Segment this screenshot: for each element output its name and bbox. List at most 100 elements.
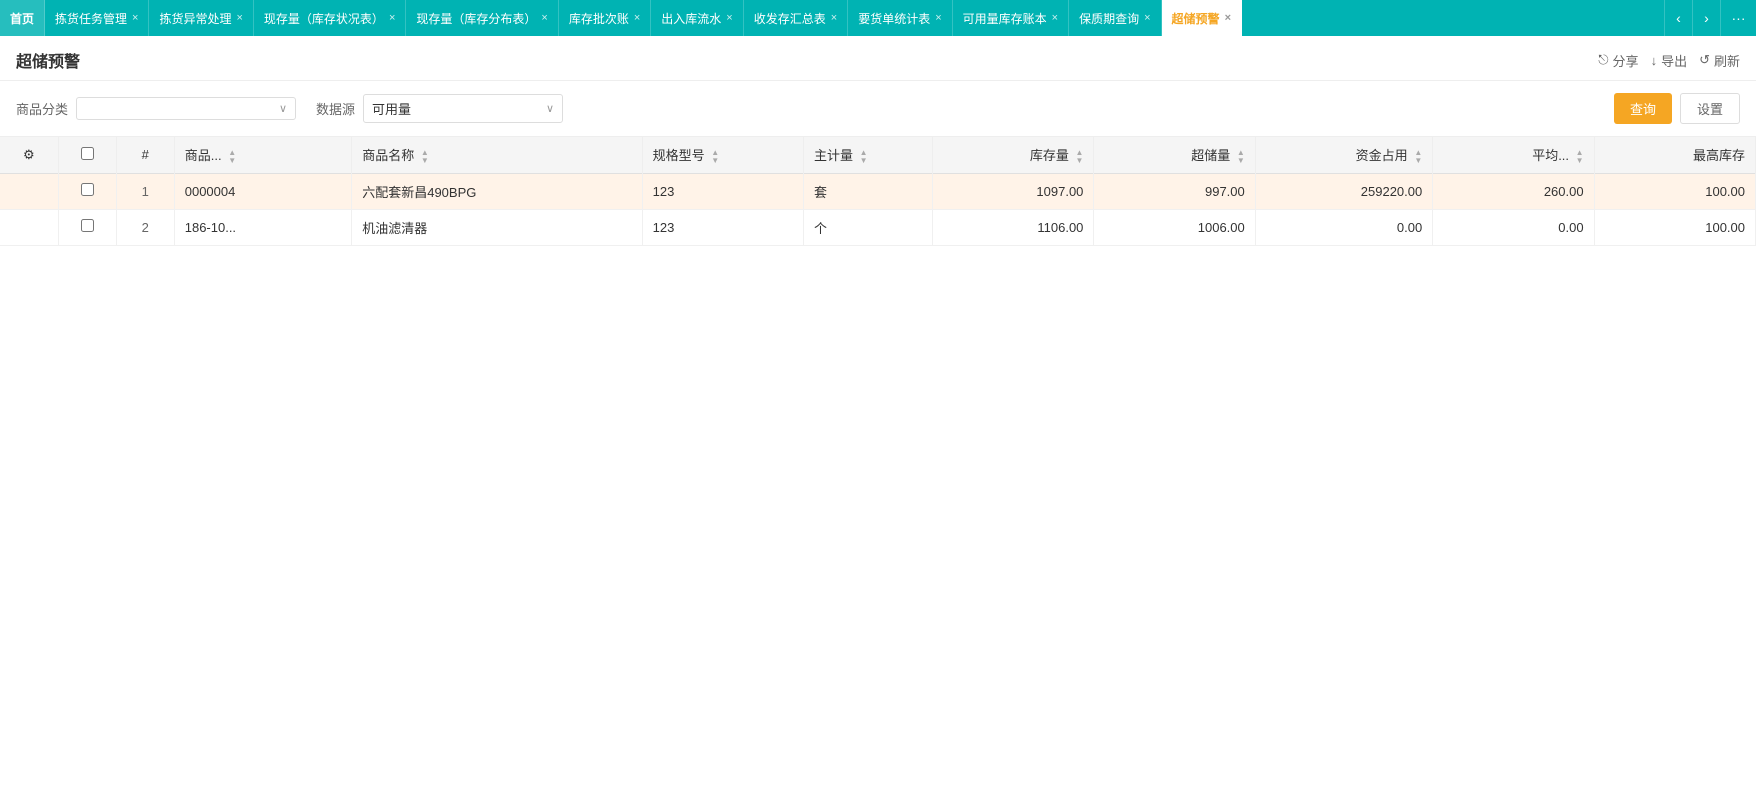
- tab-label: 保质期查询: [1079, 10, 1139, 27]
- nav-tab-tab-batch[interactable]: 库存批次账 ×: [559, 0, 651, 36]
- export-button[interactable]: ↓ 导出: [1651, 51, 1688, 70]
- sort-code-icon: ▲▼: [228, 149, 236, 165]
- nav-bar: 首页 拣货任务管理×拣货异常处理×现存量（库存状况表）×现存量（库存分布表）×库…: [0, 0, 1756, 36]
- row-unit-cell: 个: [803, 209, 932, 245]
- category-select[interactable]: ∨: [76, 97, 296, 120]
- category-chevron-icon: ∨: [279, 102, 287, 115]
- tab-label: 出入库流水: [661, 10, 721, 27]
- nav-tab-tab-quality[interactable]: 保质期查询 ×: [1069, 0, 1161, 36]
- sort-spec-icon: ▲▼: [711, 149, 719, 165]
- nav-tab-tab-pick-abnormal[interactable]: 拣货异常处理×: [149, 0, 253, 36]
- tab-close-tab-overstock[interactable]: ×: [1225, 12, 1231, 24]
- refresh-icon: ↺: [1699, 52, 1710, 68]
- col-capital-header[interactable]: 资金占用 ▲▼: [1255, 137, 1432, 173]
- page-container: 超储预警 ⎋ 分享 ↓ 导出 ↺ 刷新 商品分类 ∨ 数据源: [0, 36, 1756, 800]
- tab-close-tab-collect[interactable]: ×: [831, 12, 837, 24]
- nav-tab-tab-inout[interactable]: 出入库流水 ×: [651, 0, 743, 36]
- nav-tab-tab-pick[interactable]: 拣货任务管理×: [45, 0, 149, 36]
- filter-actions: 查询 设置: [1614, 93, 1740, 124]
- export-icon: ↓: [1651, 53, 1658, 68]
- row-overstock-cell: 997.00: [1094, 173, 1255, 209]
- nav-prev-button[interactable]: ‹: [1664, 0, 1692, 36]
- nav-home[interactable]: 首页: [0, 0, 45, 36]
- select-all-checkbox[interactable]: [81, 147, 94, 160]
- nav-tab-tab-inventory-dist[interactable]: 现存量（库存分布表） ×: [406, 0, 558, 36]
- row-capital-cell: 259220.00: [1255, 173, 1432, 209]
- tab-close-tab-inventory-dist[interactable]: ×: [541, 12, 547, 24]
- table-header-row: ⚙ # 商品... ▲▼ 商品名称 ▲▼ 规格型号: [0, 137, 1756, 173]
- row-actions-cell: [0, 209, 58, 245]
- nav-next-button[interactable]: ›: [1692, 0, 1720, 36]
- row-check-cell[interactable]: [58, 209, 116, 245]
- row-checkbox-0[interactable]: [81, 183, 94, 196]
- settings-button[interactable]: 设置: [1680, 93, 1740, 124]
- col-code-header[interactable]: 商品... ▲▼: [174, 137, 351, 173]
- sort-capital-icon: ▲▼: [1414, 149, 1422, 165]
- row-stock-cell: 1106.00: [933, 209, 1094, 245]
- filter-area: 商品分类 ∨ 数据源 可用量 ∨ 查询 设置: [0, 81, 1756, 137]
- sort-name-icon: ▲▼: [421, 149, 429, 165]
- tab-close-tab-batch[interactable]: ×: [634, 12, 640, 24]
- datasource-label: 数据源: [316, 99, 355, 118]
- query-button[interactable]: 查询: [1614, 93, 1672, 124]
- nav-tab-tab-order[interactable]: 要货单统计表 ×: [848, 0, 952, 36]
- nav-tab-tab-available[interactable]: 可用量库存账本×: [953, 0, 1069, 36]
- col-stock-header[interactable]: 库存量 ▲▼: [933, 137, 1094, 173]
- row-code-cell: 186-10...: [174, 209, 351, 245]
- col-avg-header[interactable]: 平均... ▲▼: [1433, 137, 1594, 173]
- sort-stock-icon: ▲▼: [1075, 149, 1083, 165]
- sort-unit-icon: ▲▼: [860, 149, 868, 165]
- share-label: 分享: [1613, 51, 1639, 70]
- col-spec-header[interactable]: 规格型号 ▲▼: [642, 137, 803, 173]
- tab-label: 要货单统计表: [858, 10, 930, 27]
- row-maxstock-cell: 100.00: [1594, 209, 1755, 245]
- sort-avg-icon: ▲▼: [1576, 149, 1584, 165]
- tab-close-tab-inventory-status[interactable]: ×: [389, 12, 395, 24]
- row-unit-cell: 套: [803, 173, 932, 209]
- col-name-header[interactable]: 商品名称 ▲▼: [352, 137, 642, 173]
- row-avg-cell: 260.00: [1433, 173, 1594, 209]
- nav-more-button[interactable]: ···: [1720, 0, 1756, 36]
- nav-tab-tab-collect[interactable]: 收发存汇总表 ×: [744, 0, 848, 36]
- col-gear-header[interactable]: ⚙: [0, 137, 58, 173]
- header-actions: ⎋ 分享 ↓ 导出 ↺ 刷新: [1598, 51, 1740, 70]
- table-row: 2 186-10... 机油滤清器 123 个 1106.00 1006.00 …: [0, 209, 1756, 245]
- tab-label: 现存量（库存分布表）: [416, 10, 536, 27]
- tab-close-tab-quality[interactable]: ×: [1144, 12, 1150, 24]
- col-check-header[interactable]: [58, 137, 116, 173]
- tab-label: 超储预警: [1172, 10, 1220, 27]
- datasource-filter-group: 数据源 可用量 ∨: [316, 94, 563, 123]
- row-checkbox-1[interactable]: [81, 219, 94, 232]
- share-icon: ⎋: [1598, 52, 1608, 68]
- refresh-label: 刷新: [1714, 51, 1740, 70]
- nav-tab-tab-inventory-status[interactable]: 现存量（库存状况表）×: [254, 0, 406, 36]
- nav-tab-tab-overstock[interactable]: 超储预警 ×: [1162, 0, 1242, 36]
- row-actions-cell: [0, 173, 58, 209]
- datasource-select[interactable]: 可用量 ∨: [363, 94, 563, 123]
- nav-arrows: ‹ › ···: [1664, 0, 1756, 36]
- gear-icon: ⚙: [23, 147, 35, 162]
- main-table: ⚙ # 商品... ▲▼ 商品名称 ▲▼ 规格型号: [0, 137, 1756, 246]
- datasource-select-text: 可用量: [372, 99, 546, 118]
- table-container: ⚙ # 商品... ▲▼ 商品名称 ▲▼ 规格型号: [0, 137, 1756, 246]
- row-num-cell: 1: [116, 173, 174, 209]
- datasource-chevron-icon: ∨: [546, 102, 554, 115]
- tab-close-tab-pick-abnormal[interactable]: ×: [236, 12, 242, 24]
- row-check-cell[interactable]: [58, 173, 116, 209]
- col-unit-header[interactable]: 主计量 ▲▼: [803, 137, 932, 173]
- refresh-button[interactable]: ↺ 刷新: [1699, 51, 1740, 70]
- tab-close-tab-available[interactable]: ×: [1052, 12, 1058, 24]
- col-overstock-header[interactable]: 超储量 ▲▼: [1094, 137, 1255, 173]
- col-maxstock-header[interactable]: 最高库存: [1594, 137, 1755, 173]
- row-spec-cell: 123: [642, 209, 803, 245]
- tab-close-tab-inout[interactable]: ×: [726, 12, 732, 24]
- category-label: 商品分类: [16, 99, 68, 118]
- row-overstock-cell: 1006.00: [1094, 209, 1255, 245]
- tab-close-tab-order[interactable]: ×: [935, 12, 941, 24]
- share-button[interactable]: ⎋ 分享: [1598, 51, 1638, 70]
- tab-label: 库存批次账: [569, 10, 629, 27]
- row-name-cell: 机油滤清器: [352, 209, 642, 245]
- tab-close-tab-pick[interactable]: ×: [132, 12, 138, 24]
- tab-label: 收发存汇总表: [754, 10, 826, 27]
- row-maxstock-cell: 100.00: [1594, 173, 1755, 209]
